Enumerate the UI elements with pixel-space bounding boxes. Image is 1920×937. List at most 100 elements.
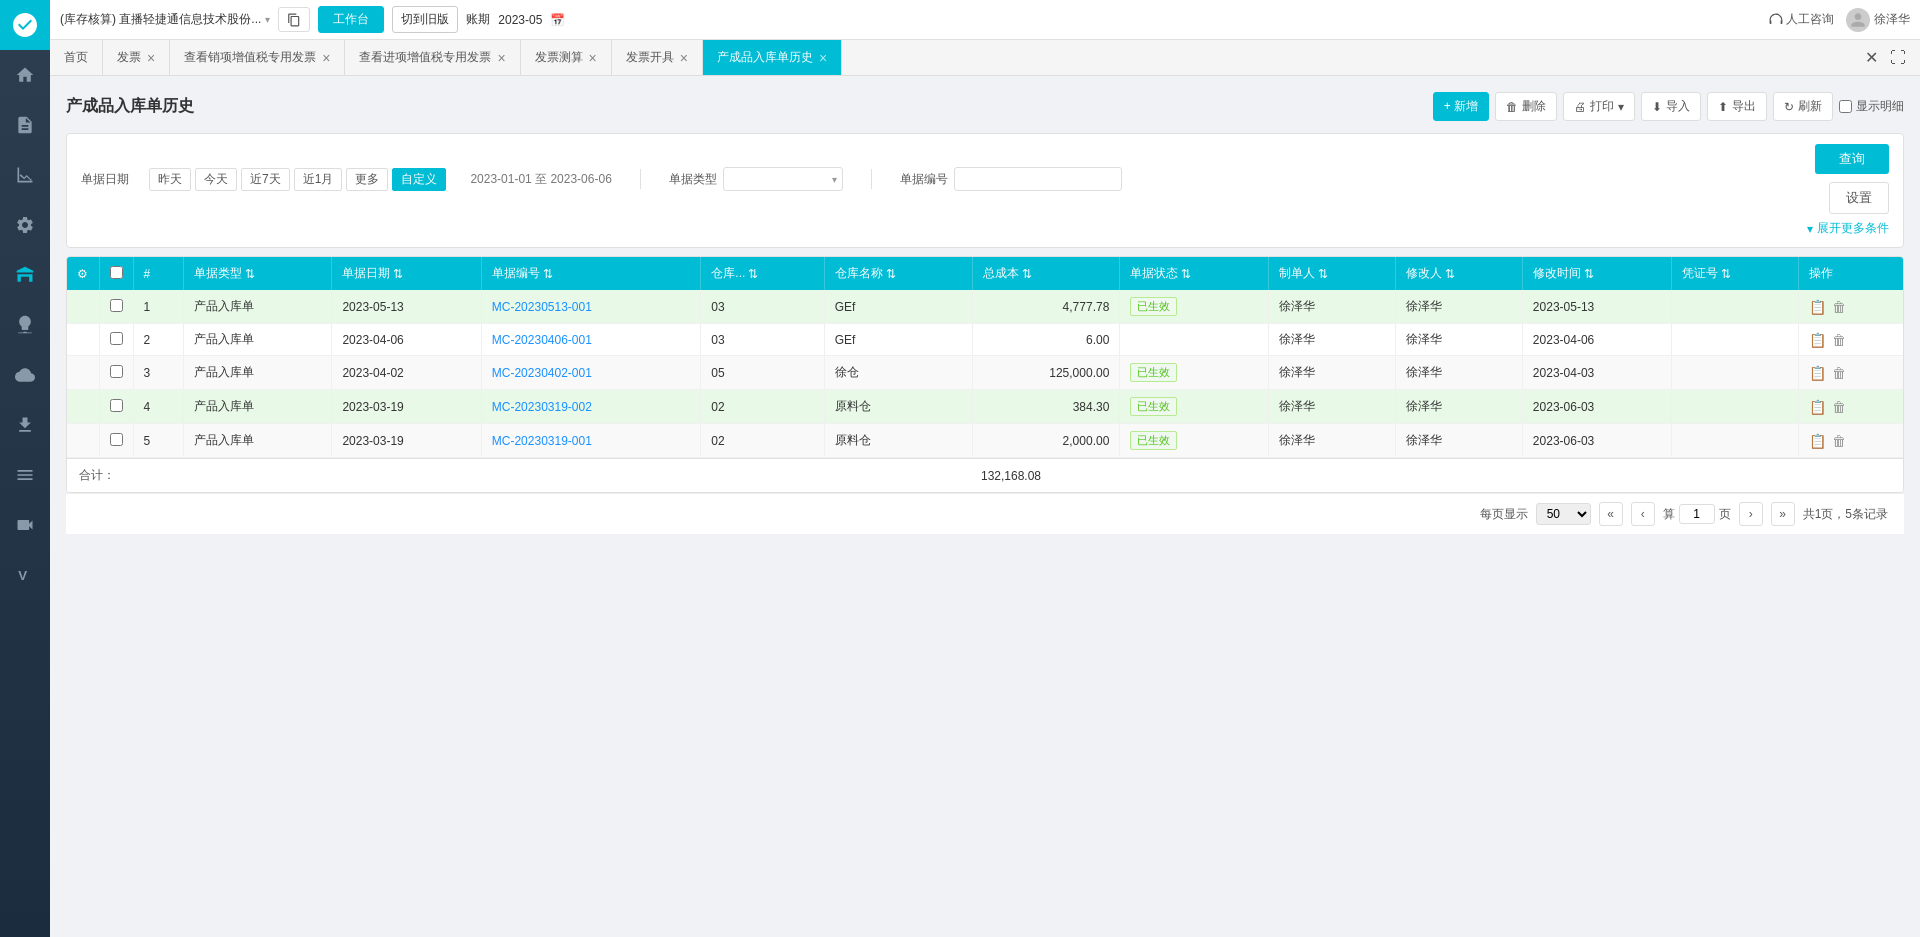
tab-product-inbound[interactable]: 产成品入库单历史 × <box>703 40 842 76</box>
tab-expand-btn[interactable]: ⛶ <box>1886 47 1910 69</box>
sidebar-item-settings[interactable] <box>0 200 50 250</box>
th-checkbox[interactable] <box>99 257 133 290</box>
row-delete-btn[interactable]: 🗑 <box>1832 299 1846 315</box>
th-creator-sort[interactable]: 制单人 ⇅ <box>1279 265 1385 282</box>
td-checkbox[interactable] <box>99 356 133 390</box>
first-page-btn[interactable]: « <box>1599 502 1623 526</box>
sidebar-item-download[interactable] <box>0 400 50 450</box>
import-btn[interactable]: ⬇ 导入 <box>1641 92 1701 121</box>
sidebar-item-analytics[interactable] <box>0 150 50 200</box>
row-checkbox-3[interactable] <box>110 399 123 412</box>
next-page-btn[interactable]: › <box>1739 502 1763 526</box>
td-date: 2023-03-19 <box>332 424 481 458</box>
td-number-link[interactable]: MC-20230406-001 <box>492 333 592 347</box>
export-icon: ⬆ <box>1718 100 1728 114</box>
show-summary-checkbox-wrapper[interactable]: 显示明细 <box>1839 98 1904 115</box>
date-btn-more[interactable]: 更多 <box>346 168 388 191</box>
th-modify-time-sort[interactable]: 修改时间 ⇅ <box>1533 265 1661 282</box>
print-btn[interactable]: 🖨 打印 ▾ <box>1563 92 1635 121</box>
tab-invoice-calc[interactable]: 发票测算 × <box>521 40 612 76</box>
th-warehouse-code-sort[interactable]: 仓库... ⇅ <box>711 265 813 282</box>
row-edit-btn[interactable]: 📋 <box>1809 433 1826 449</box>
row-delete-btn[interactable]: 🗑 <box>1832 399 1846 415</box>
tab-invoice-calc-close[interactable]: × <box>589 51 597 65</box>
set-btn[interactable]: 设置 <box>1829 182 1889 214</box>
sidebar-item-stamp[interactable] <box>0 300 50 350</box>
td-checkbox[interactable] <box>99 324 133 356</box>
th-date-sort[interactable]: 单据日期 ⇅ <box>342 265 470 282</box>
th-number-sort[interactable]: 单据编号 ⇅ <box>492 265 691 282</box>
td-checkbox[interactable] <box>99 290 133 324</box>
page-input[interactable] <box>1679 504 1715 524</box>
new-btn[interactable]: + 新增 <box>1433 92 1489 121</box>
refresh-btn[interactable]: ↻ 刷新 <box>1773 92 1833 121</box>
row-checkbox-1[interactable] <box>110 332 123 345</box>
th-total-cost-sort[interactable]: 总成本 ⇅ <box>983 265 1109 282</box>
tab-invoice-open-close[interactable]: × <box>680 51 688 65</box>
row-checkbox-0[interactable] <box>110 299 123 312</box>
td-number-link[interactable]: MC-20230319-002 <box>492 400 592 414</box>
export-btn[interactable]: ⬆ 导出 <box>1707 92 1767 121</box>
row-edit-btn[interactable]: 📋 <box>1809 399 1826 415</box>
expand-filter-btn[interactable]: ▾ 展开更多条件 <box>1807 220 1889 237</box>
select-all-checkbox[interactable] <box>110 266 123 279</box>
show-summary-checkbox[interactable] <box>1839 100 1852 113</box>
th-warehouse-name-sort[interactable]: 仓库名称 ⇅ <box>835 265 963 282</box>
date-btn-custom[interactable]: 自定义 <box>392 168 446 191</box>
tab-invoice-close[interactable]: × <box>147 51 155 65</box>
calendar-icon[interactable]: 📅 <box>550 13 565 27</box>
tab-input-vat-close[interactable]: × <box>497 51 505 65</box>
query-btn[interactable]: 查询 <box>1815 144 1889 174</box>
sidebar-item-warehouse[interactable] <box>0 250 50 300</box>
number-filter-input[interactable] <box>954 167 1122 191</box>
date-btn-7days[interactable]: 近7天 <box>241 168 290 191</box>
sidebar-item-cloud[interactable] <box>0 350 50 400</box>
user-menu[interactable]: 徐泽华 <box>1846 8 1910 32</box>
td-checkbox[interactable] <box>99 390 133 424</box>
type-select[interactable] <box>723 167 843 191</box>
tab-invoice-open[interactable]: 发票开具 × <box>612 40 703 76</box>
sidebar-item-v[interactable]: V <box>0 550 50 600</box>
th-voucher-sort[interactable]: 凭证号 ⇅ <box>1682 265 1788 282</box>
sidebar-item-config[interactable] <box>0 450 50 500</box>
row-edit-btn[interactable]: 📋 <box>1809 332 1826 348</box>
workbench-btn[interactable]: 工作台 <box>318 6 384 33</box>
app-logo[interactable] <box>0 0 50 50</box>
row-delete-btn[interactable]: 🗑 <box>1832 332 1846 348</box>
row-checkbox-4[interactable] <box>110 433 123 446</box>
row-checkbox-2[interactable] <box>110 365 123 378</box>
date-btn-today[interactable]: 今天 <box>195 168 237 191</box>
td-number-link[interactable]: MC-20230513-001 <box>492 300 592 314</box>
old-version-btn[interactable]: 切到旧版 <box>392 6 458 33</box>
per-page-select[interactable]: 50 100 <box>1536 503 1591 525</box>
th-status-sort[interactable]: 单据状态 ⇅ <box>1130 265 1258 282</box>
tab-sales-vat[interactable]: 查看销项增值税专用发票 × <box>170 40 345 76</box>
row-edit-btn[interactable]: 📋 <box>1809 299 1826 315</box>
td-number-link[interactable]: MC-20230402-001 <box>492 366 592 380</box>
tab-close-all-btn[interactable]: ✕ <box>1861 46 1882 69</box>
td-number-link[interactable]: MC-20230319-001 <box>492 434 592 448</box>
row-edit-btn[interactable]: 📋 <box>1809 365 1826 381</box>
tab-product-inbound-close[interactable]: × <box>819 51 827 65</box>
tab-invoice[interactable]: 发票 × <box>103 40 170 76</box>
row-delete-btn[interactable]: 🗑 <box>1832 433 1846 449</box>
company-selector[interactable]: (库存核算) 直播轻捷通信息技术股份... ▾ <box>60 11 270 28</box>
date-btn-1month[interactable]: 近1月 <box>294 168 343 191</box>
sidebar-item-home[interactable] <box>0 50 50 100</box>
date-btn-yesterday[interactable]: 昨天 <box>149 168 191 191</box>
row-delete-btn[interactable]: 🗑 <box>1832 365 1846 381</box>
tab-home[interactable]: 首页 <box>50 40 103 76</box>
th-type-sort[interactable]: 单据类型 ⇅ <box>194 265 322 282</box>
tab-sales-vat-close[interactable]: × <box>322 51 330 65</box>
sidebar-item-video[interactable] <box>0 500 50 550</box>
delete-btn[interactable]: 🗑 删除 <box>1495 92 1557 121</box>
sidebar-item-invoice[interactable] <box>0 100 50 150</box>
support-btn[interactable]: 人工咨询 <box>1769 11 1834 28</box>
last-page-btn[interactable]: » <box>1771 502 1795 526</box>
document-copy-btn[interactable] <box>278 7 310 32</box>
th-settings[interactable]: ⚙ <box>67 257 99 290</box>
td-checkbox[interactable] <box>99 424 133 458</box>
prev-page-btn[interactable]: ‹ <box>1631 502 1655 526</box>
th-modifier-sort[interactable]: 修改人 ⇅ <box>1406 265 1512 282</box>
tab-input-vat[interactable]: 查看进项增值税专用发票 × <box>345 40 520 76</box>
